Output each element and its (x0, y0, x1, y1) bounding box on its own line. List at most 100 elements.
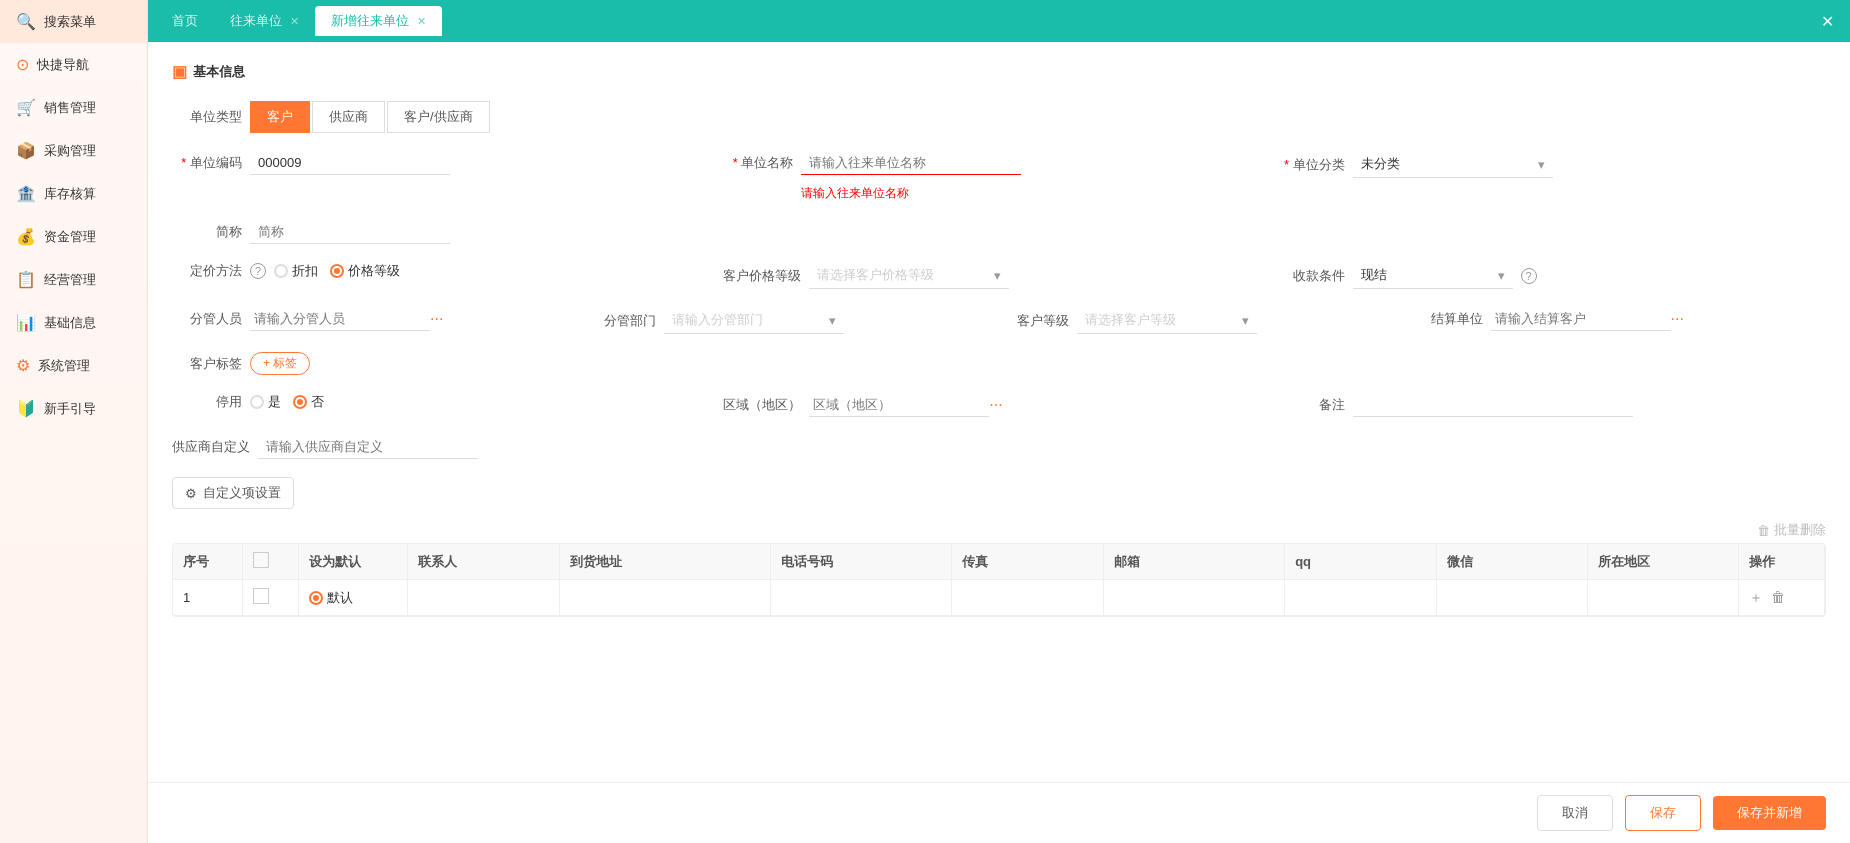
code-label: 单位编码 (172, 154, 242, 172)
sidebar-item-inventory[interactable]: 🏦 库存核算 (0, 172, 147, 215)
category-select[interactable]: 未分类 ▾ (1353, 151, 1553, 178)
clipboard-icon: 📋 (16, 270, 36, 289)
region-dots-icon[interactable]: ··· (985, 396, 1006, 414)
payment-group: 收款条件 现结 ▾ ? (1275, 262, 1826, 289)
sidebar-label-search: 搜索菜单 (44, 13, 96, 31)
section-title-text: 基本信息 (193, 63, 245, 81)
sidebar-item-quicknav[interactable]: ⊙ 快捷导航 (0, 43, 147, 86)
price-level-select[interactable]: 请选择客户价格等级 ▾ (809, 262, 1009, 289)
row-checkbox[interactable] (253, 588, 269, 604)
settle-unit-input[interactable] (1491, 307, 1667, 330)
sidebar-item-baseinfo[interactable]: 📊 基础信息 (0, 301, 147, 344)
home-icon: ⊙ (16, 55, 29, 74)
trash-icon: 🗑 (1757, 523, 1770, 538)
region-table-input[interactable] (1598, 590, 1678, 605)
table-header-row: 序号 设为默认 联系人 到货地址 电话号码 传真 邮箱 qq 微信 所在地区 操… (173, 544, 1825, 580)
region-group: 区域（地区） ··· (723, 393, 1274, 417)
sidebar-item-sales[interactable]: 🛒 销售管理 (0, 86, 147, 129)
radio-price-level[interactable]: 价格等级 (330, 262, 400, 280)
tab-new-partner-close[interactable]: ✕ (417, 15, 426, 28)
code-input[interactable] (250, 151, 450, 175)
unit-type-label: 单位类型 (172, 108, 242, 126)
cell-wechat[interactable] (1436, 580, 1587, 616)
sidebar-item-finance[interactable]: 💰 资金管理 (0, 215, 147, 258)
cell-fax[interactable] (952, 580, 1103, 616)
cell-phone[interactable] (770, 580, 951, 616)
dept-select[interactable]: 请输入分管部门 ▾ (664, 307, 844, 334)
sidebar-item-operation[interactable]: 📋 经营管理 (0, 258, 147, 301)
tag-row: 客户标签 + 标签 (172, 352, 1826, 375)
radio-yes-circle (250, 395, 264, 409)
payment-help-icon[interactable]: ? (1521, 268, 1537, 284)
add-tag-button[interactable]: + 标签 (250, 352, 310, 375)
save-new-button[interactable]: 保存并新增 (1713, 796, 1826, 830)
settle-unit-dots-icon[interactable]: ··· (1667, 310, 1688, 328)
sidebar-item-search[interactable]: 🔍 搜索菜单 (0, 0, 147, 43)
delete-row-icon[interactable]: 🗑 (1771, 589, 1785, 607)
btn-both[interactable]: 客户/供应商 (387, 101, 490, 133)
btn-supplier[interactable]: 供应商 (312, 101, 385, 133)
close-all-button[interactable]: ✕ (1813, 12, 1842, 31)
custom-settings-button[interactable]: ⚙ 自定义项设置 (172, 477, 294, 509)
disabled-radio-group: 是 否 (250, 393, 324, 411)
fax-input[interactable] (962, 590, 1042, 605)
radio-discount[interactable]: 折扣 (274, 262, 318, 280)
radio-no[interactable]: 否 (293, 393, 324, 411)
sidebar-item-guide[interactable]: 🔰 新手引导 (0, 387, 147, 430)
note-input[interactable] (1353, 393, 1633, 417)
abbr-group: 简称 (172, 220, 1826, 244)
abbr-row: 简称 (172, 220, 1826, 244)
sidebar-label-quicknav: 快捷导航 (37, 56, 89, 74)
save-button[interactable]: 保存 (1625, 795, 1701, 831)
pricing-help-icon[interactable]: ? (250, 263, 266, 279)
tag-label: 客户标签 (172, 355, 242, 373)
wechat-input[interactable] (1447, 590, 1527, 605)
payment-select[interactable]: 现结 ▾ (1353, 262, 1513, 289)
tab-partner-close[interactable]: ✕ (290, 15, 299, 28)
supplier-custom-input[interactable] (258, 435, 478, 459)
col-address: 到货地址 (559, 544, 770, 580)
address-input[interactable] (570, 590, 690, 605)
customer-level-arrow-icon: ▾ (1242, 313, 1249, 328)
sidebar-item-system[interactable]: ⚙ 系统管理 (0, 344, 147, 387)
phone-input[interactable] (781, 590, 881, 605)
cell-contact[interactable] (408, 580, 559, 616)
select-all-checkbox[interactable] (253, 552, 269, 568)
cell-qq[interactable] (1285, 580, 1436, 616)
cancel-button[interactable]: 取消 (1537, 795, 1613, 831)
radio-default[interactable]: 默认 (309, 589, 353, 607)
sidebar-label-operation: 经营管理 (44, 271, 96, 289)
bag-icon: 📦 (16, 141, 36, 160)
btn-customer[interactable]: 客户 (250, 101, 310, 133)
contact-input[interactable] (418, 590, 498, 605)
cell-address[interactable] (559, 580, 770, 616)
payment-value: 现结 (1361, 266, 1387, 284)
radio-yes[interactable]: 是 (250, 393, 281, 411)
cell-email[interactable] (1103, 580, 1284, 616)
disabled-label: 停用 (172, 393, 242, 411)
abbr-input[interactable] (250, 220, 450, 244)
unit-type-group: 单位类型 客户 供应商 客户/供应商 (172, 101, 1826, 133)
tab-new-partner[interactable]: 新增往来单位 ✕ (315, 6, 442, 36)
name-input[interactable] (801, 151, 1021, 175)
region-input[interactable] (809, 393, 985, 416)
tab-home[interactable]: 首页 (156, 6, 214, 36)
manager-dots-icon[interactable]: ··· (426, 310, 447, 328)
manager-input[interactable] (250, 307, 426, 330)
sidebar-item-purchase[interactable]: 📦 采购管理 (0, 129, 147, 172)
col-contact: 联系人 (408, 544, 559, 580)
col-wechat: 微信 (1436, 544, 1587, 580)
add-row-icon[interactable]: ＋ (1749, 589, 1763, 607)
settle-unit-input-wrapper: ··· (1491, 307, 1671, 331)
email-input[interactable] (1114, 590, 1214, 605)
qq-input[interactable] (1295, 590, 1375, 605)
footer-bar: 取消 保存 保存并新增 (148, 782, 1850, 843)
batch-delete-label[interactable]: 批量删除 (1774, 521, 1826, 539)
customer-level-placeholder: 请选择客户等级 (1085, 311, 1176, 329)
customer-level-select[interactable]: 请选择客户等级 ▾ (1077, 307, 1257, 334)
tab-partner[interactable]: 往来单位 ✕ (214, 6, 315, 36)
dept-group: 分管部门 请输入分管部门 ▾ (586, 307, 1000, 334)
note-label: 备注 (1275, 396, 1345, 414)
batch-delete-area: 🗑 批量删除 (172, 521, 1826, 539)
cell-region[interactable] (1588, 580, 1739, 616)
